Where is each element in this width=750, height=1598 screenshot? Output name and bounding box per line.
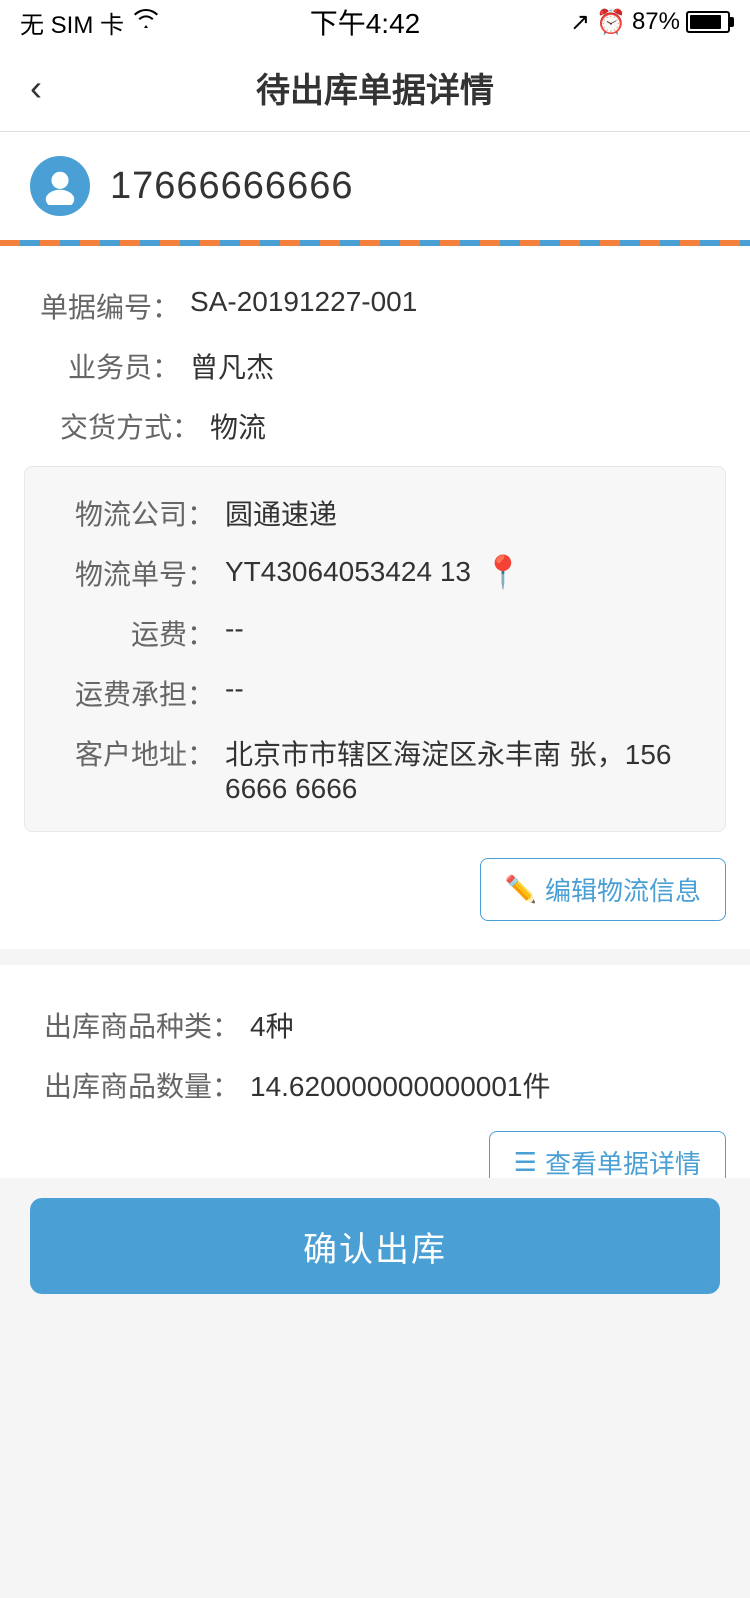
freight-bearer-value: -- [225,673,695,705]
edit-logistics-button[interactable]: ✏️ 编辑物流信息 [480,858,726,921]
goods-quantity-row: 出库商品数量： 14.620000000000001件 [0,1055,750,1115]
nav-bar: ‹ 待出库单据详情 [0,44,750,132]
customer-address-value: 北京市市辖区海淀区永丰南 张，156 6666 6666 [225,733,695,805]
logistics-company-label: 物流公司： [55,493,215,533]
goods-types-label: 出库商品种类： [40,1005,240,1045]
sales-person-value: 曾凡杰 [190,346,710,386]
status-bar-right: ↗ ⏰ 87% [570,8,730,37]
order-info-section: 单据编号： SA-20191227-001 业务员： 曾凡杰 交货方式： 物流 … [0,246,750,949]
goods-quantity-value: 14.620000000000001件 [250,1065,551,1105]
customer-address-row: 客户地址： 北京市市辖区海淀区永丰南 张，156 6666 6666 [25,723,725,815]
customer-header: 17666666666 [0,132,750,240]
customer-phone: 17666666666 [110,165,353,208]
goods-quantity-label: 出库商品数量： [40,1065,240,1105]
avatar [30,156,90,216]
freight-bearer-row: 运费承担： -- [25,663,725,723]
freight-row: 运费： -- [25,603,725,663]
customer-address-label: 客户地址： [55,733,215,773]
list-icon: ☰ [514,1147,537,1178]
delivery-method-value: 物流 [210,406,710,446]
status-bar: 无 SIM 卡 下午4:42 ↗ ⏰ 87% [0,0,750,44]
logistics-company-value: 圆通速递 [225,493,695,533]
order-number-value: SA-20191227-001 [190,286,710,318]
status-bar-left: 无 SIM 卡 [20,5,160,40]
goods-types-value: 4种 [250,1005,294,1045]
freight-bearer-label: 运费承担： [55,673,215,713]
edit-logistics-btn-container: ✏️ 编辑物流信息 [0,842,750,929]
order-number-label: 单据编号： [40,286,180,326]
order-number-row: 单据编号： SA-20191227-001 [0,276,750,336]
tracking-number-row: 物流单号： YT43064053424 13 📍 [25,543,725,603]
delivery-method-row: 交货方式： 物流 [0,396,750,456]
sales-person-label: 业务员： [40,346,180,386]
edit-icon: ✏️ [505,874,537,905]
bottom-bar: 确认出库 [0,1178,750,1334]
sales-person-row: 业务员： 曾凡杰 [0,336,750,396]
confirm-outbound-button[interactable]: 确认出库 [30,1198,720,1294]
alarm-icon: ⏰ [596,8,626,37]
tracking-location-icon[interactable]: 📍 [483,553,523,591]
battery-percent: 87% [632,8,680,36]
battery-icon [686,11,730,33]
wifi-icon [132,8,160,36]
delivery-method-label: 交货方式： [40,406,200,446]
status-bar-time: 下午4:42 [310,2,421,42]
logistics-company-row: 物流公司： 圆通速递 [25,483,725,543]
tracking-number-value: YT43064053424 13 📍 [225,553,695,591]
freight-label: 运费： [55,613,215,653]
page-title: 待出库单据详情 [256,63,494,112]
back-button[interactable]: ‹ [30,67,42,109]
goods-types-row: 出库商品种类： 4种 [0,995,750,1055]
user-icon [41,167,79,205]
logistics-card: 物流公司： 圆通速递 物流单号： YT43064053424 13 📍 运费： … [24,466,726,832]
freight-value: -- [225,613,695,645]
carrier-label: 无 SIM 卡 [20,5,124,40]
location-status-icon: ↗ [570,8,590,37]
tracking-number-label: 物流单号： [55,553,215,593]
